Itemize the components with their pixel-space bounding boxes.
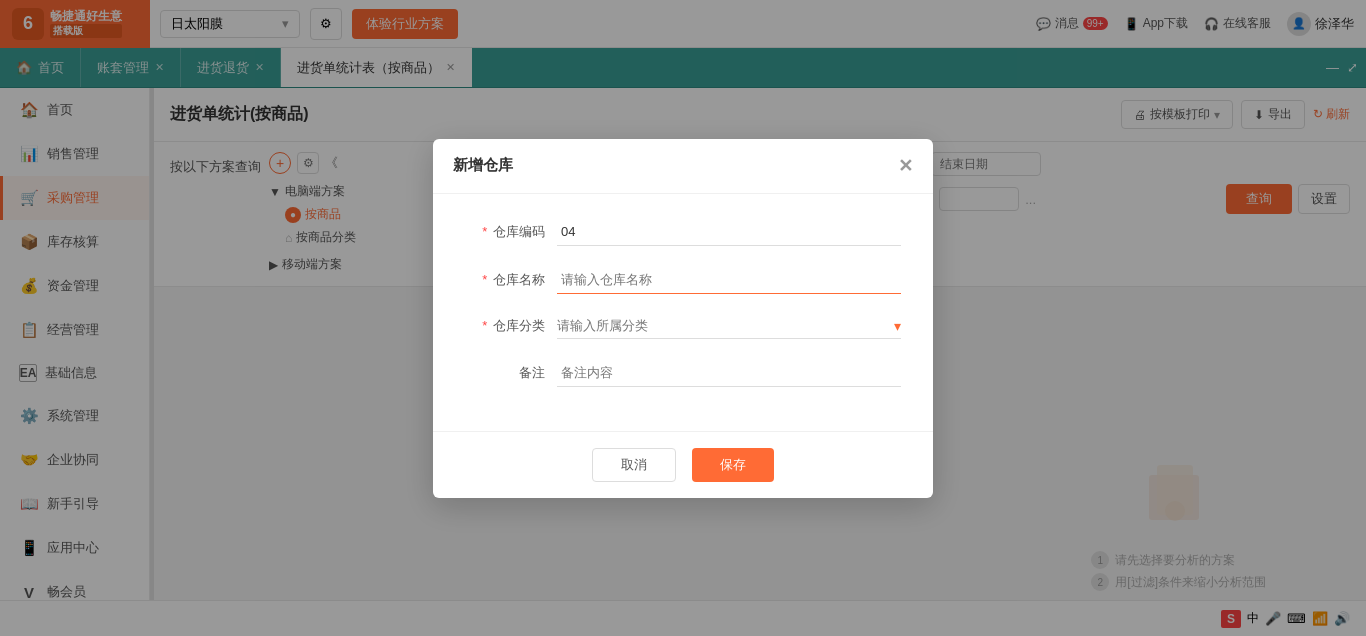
name-label: * 仓库名称 [465,271,545,289]
name-label-text: 仓库名称 [493,272,545,287]
form-row-category: * 仓库分类 ▾ [465,314,901,339]
modal-overlay: 新增仓库 ✕ * 仓库编码 * 仓库名称 [0,0,1366,636]
form-row-name: * 仓库名称 [465,266,901,294]
category-label: * 仓库分类 [465,317,545,335]
modal-new-warehouse: 新增仓库 ✕ * 仓库编码 * 仓库名称 [433,139,933,498]
code-input[interactable] [557,218,901,246]
category-input[interactable] [557,318,894,333]
cancel-button[interactable]: 取消 [592,448,676,482]
name-required-mark: * [482,272,487,287]
name-input[interactable] [557,266,901,294]
category-dropdown-icon[interactable]: ▾ [894,318,901,334]
modal-title: 新增仓库 [453,156,513,175]
save-button[interactable]: 保存 [692,448,774,482]
note-label-text: 备注 [519,365,545,380]
modal-close-btn[interactable]: ✕ [898,155,913,177]
form-row-note: 备注 [465,359,901,387]
category-label-text: 仓库分类 [493,318,545,333]
form-row-code: * 仓库编码 [465,218,901,246]
category-required-mark: * [482,318,487,333]
note-label: 备注 [465,364,545,382]
code-label-text: 仓库编码 [493,224,545,239]
modal-body: * 仓库编码 * 仓库名称 * 仓库分类 [433,194,933,431]
note-input[interactable] [557,359,901,387]
category-select-wrap: ▾ [557,314,901,339]
modal-header: 新增仓库 ✕ [433,139,933,194]
code-required-mark: * [482,224,487,239]
modal-footer: 取消 保存 [433,431,933,498]
code-label: * 仓库编码 [465,223,545,241]
